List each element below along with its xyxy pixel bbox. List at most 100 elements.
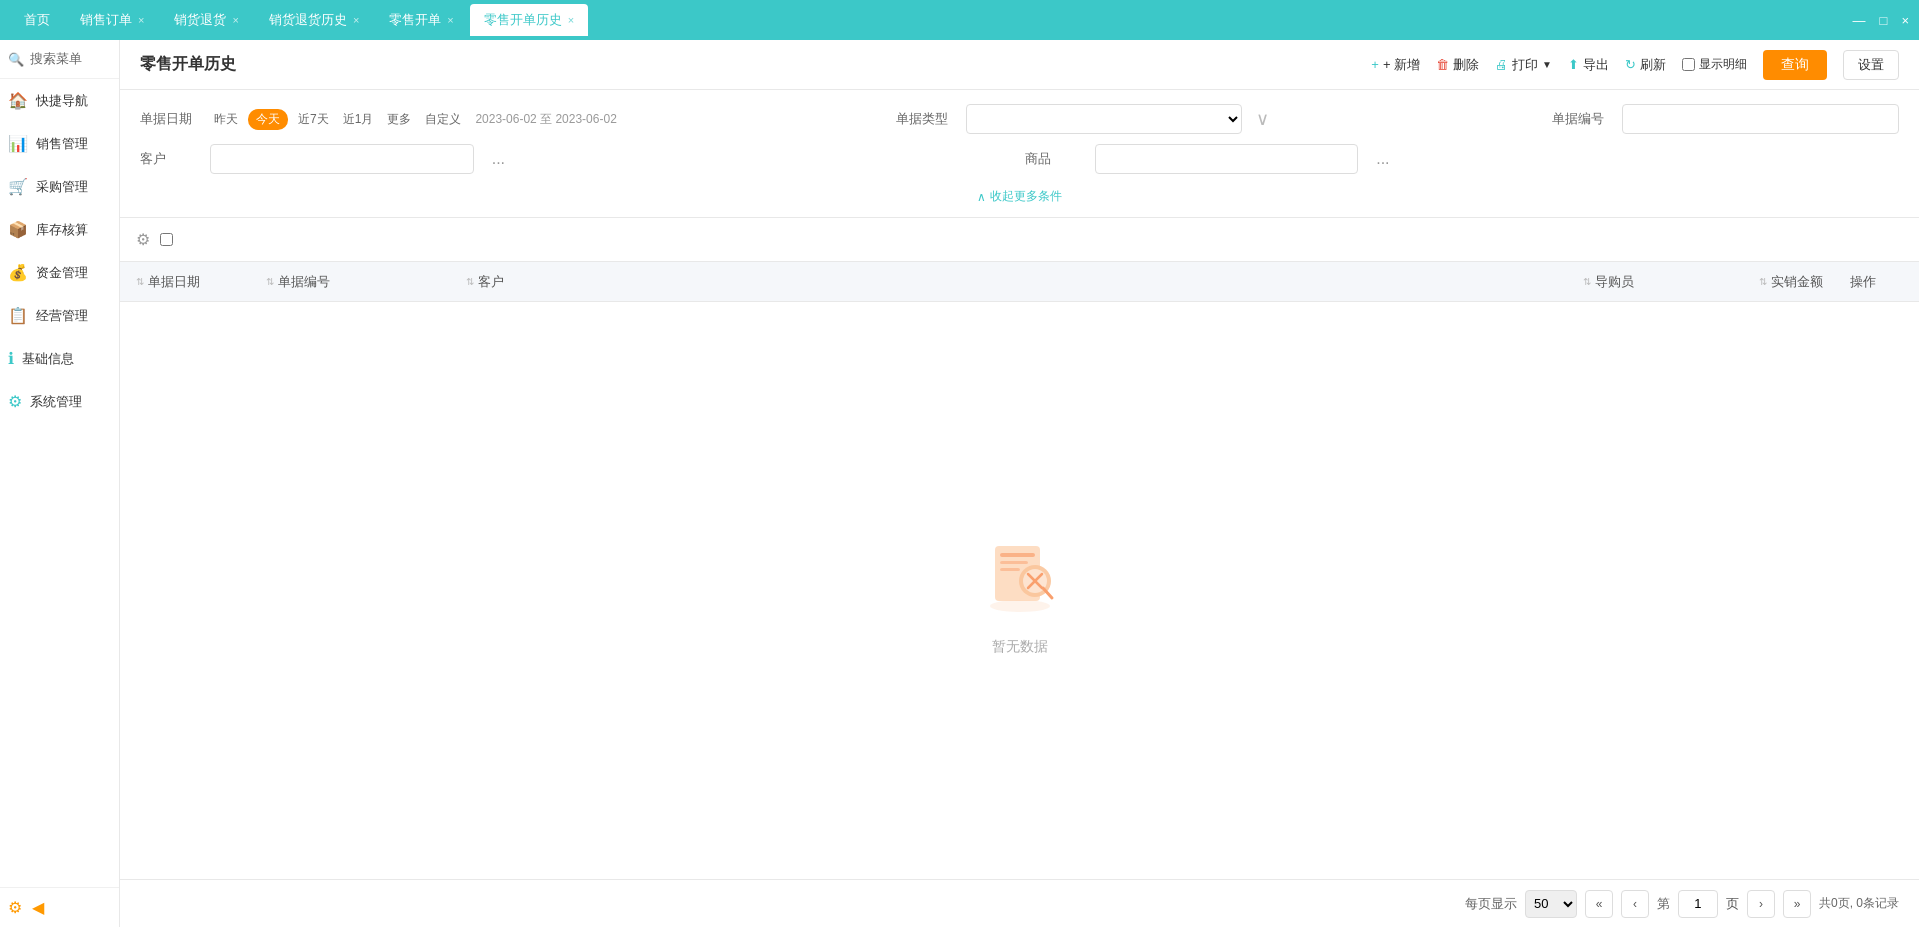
- select-all-checkbox[interactable]: [160, 233, 173, 246]
- query-button[interactable]: 查询: [1763, 50, 1827, 80]
- content-area: 零售开单历史 + + 新增 🗑 删除 🖨 打印 ▼ ⬆ 导出: [120, 40, 1919, 927]
- settings-button[interactable]: 设置: [1843, 50, 1899, 80]
- sidebar-system-label: 系统管理: [30, 393, 82, 411]
- window-close-button[interactable]: ×: [1901, 13, 1909, 28]
- empty-illustration: [970, 526, 1070, 626]
- th-sort-date-icon[interactable]: ⇅: [136, 276, 144, 287]
- tab-retail-history-close[interactable]: ×: [568, 14, 574, 26]
- next-page-button[interactable]: ›: [1747, 890, 1775, 918]
- table-config-icon[interactable]: ⚙: [136, 230, 150, 249]
- tab-retail-history[interactable]: 零售开单历史 ×: [470, 4, 588, 36]
- export-button[interactable]: ⬆ 导出: [1568, 56, 1609, 74]
- date-shortcuts: 昨天 今天 近7天 近1月 更多 自定义 2023-06-02 至 2023-0…: [210, 109, 617, 130]
- tab-retail-order-label: 零售开单: [389, 11, 441, 29]
- th-amount: ⇅ 实销金额: [1703, 273, 1823, 291]
- sidebar-quick-nav-label: 快捷导航: [36, 92, 88, 110]
- collapse-arrow-icon: ∧: [977, 190, 986, 204]
- collapse-button[interactable]: ∧ 收起更多条件: [977, 188, 1062, 205]
- sidebar-item-sales[interactable]: 📊 销售管理: [0, 122, 119, 165]
- sidebar-item-basic-info[interactable]: ℹ 基础信息: [0, 337, 119, 380]
- add-button[interactable]: + + 新增: [1371, 56, 1420, 74]
- goods-ellipsis[interactable]: ...: [1368, 150, 1397, 168]
- th-sort-customer-icon[interactable]: ⇅: [466, 276, 474, 287]
- th-guide-label: 导购员: [1595, 273, 1634, 291]
- tab-sales-return-history-close[interactable]: ×: [353, 14, 359, 26]
- sidebar-search[interactable]: 🔍 搜索菜单: [0, 40, 119, 79]
- th-number-label: 单据编号: [278, 273, 330, 291]
- purchase-icon: 🛒: [8, 177, 28, 196]
- th-sort-amount-icon[interactable]: ⇅: [1759, 276, 1767, 287]
- delete-button[interactable]: 🗑 删除: [1436, 56, 1479, 74]
- per-page-label: 每页显示: [1465, 895, 1517, 913]
- tab-sales-return-history[interactable]: 销货退货历史 ×: [255, 4, 373, 36]
- th-sort-guide-icon[interactable]: ⇅: [1583, 276, 1591, 287]
- display-detail-checkbox[interactable]: 显示明细: [1682, 56, 1747, 73]
- system-icon: ⚙: [8, 392, 22, 411]
- tab-home[interactable]: 首页: [10, 4, 64, 36]
- refresh-button[interactable]: ↻ 刷新: [1625, 56, 1666, 74]
- th-customer-label: 客户: [478, 273, 504, 291]
- sidebar-item-inventory[interactable]: 📦 库存核算: [0, 208, 119, 251]
- operations-icon: 📋: [8, 306, 28, 325]
- shortcut-yesterday[interactable]: 昨天: [210, 109, 242, 130]
- search-menu-label: 搜索菜单: [30, 50, 82, 68]
- tab-sales-return-close[interactable]: ×: [232, 14, 238, 26]
- shortcut-more[interactable]: 更多: [383, 109, 415, 130]
- th-sort-num-icon[interactable]: ⇅: [266, 276, 274, 287]
- sidebar-item-finance[interactable]: 💰 资金管理: [0, 251, 119, 294]
- display-checkbox-input[interactable]: [1682, 58, 1695, 71]
- shortcut-custom[interactable]: 自定义: [421, 109, 465, 130]
- goods-input[interactable]: [1095, 144, 1359, 174]
- goods-filter-label: 商品: [1025, 150, 1085, 168]
- shortcut-7days[interactable]: 近7天: [294, 109, 333, 130]
- collapse-sidebar-icon[interactable]: ◀: [32, 898, 44, 917]
- type-select[interactable]: [966, 104, 1243, 134]
- tab-sales-return[interactable]: 销货退货 ×: [160, 4, 252, 36]
- shortcut-1month[interactable]: 近1月: [339, 109, 378, 130]
- number-input[interactable]: [1622, 104, 1899, 134]
- tab-sales-order-label: 销售订单: [80, 11, 132, 29]
- sidebar-item-operations[interactable]: 📋 经营管理: [0, 294, 119, 337]
- refresh-icon: ↻: [1625, 57, 1636, 72]
- settings-gear-icon[interactable]: ⚙: [8, 898, 22, 917]
- export-icon: ⬆: [1568, 57, 1579, 72]
- sidebar-item-purchase[interactable]: 🛒 采购管理: [0, 165, 119, 208]
- tab-sales-order[interactable]: 销售订单 ×: [66, 4, 158, 36]
- shortcut-today[interactable]: 今天: [248, 109, 288, 130]
- customer-input[interactable]: [210, 144, 474, 174]
- top-nav-bar: 首页 销售订单 × 销货退货 × 销货退货历史 × 零售开单 × 零售开单历史 …: [0, 0, 1919, 40]
- print-icon: 🖨: [1495, 57, 1508, 72]
- tab-sales-return-history-label: 销货退货历史: [269, 11, 347, 29]
- first-page-button[interactable]: «: [1585, 890, 1613, 918]
- filter-section: 单据日期 昨天 今天 近7天 近1月 更多 自定义 2023-06-02 至 2…: [120, 90, 1919, 218]
- tab-retail-order[interactable]: 零售开单 ×: [375, 4, 467, 36]
- sidebar-item-system[interactable]: ⚙ 系统管理: [0, 380, 119, 423]
- delete-label: 删除: [1453, 56, 1479, 74]
- tab-sales-return-label: 销货退货: [174, 11, 226, 29]
- finance-icon: 💰: [8, 263, 28, 282]
- table-body: 暂无数据: [120, 302, 1919, 879]
- page-number-input[interactable]: [1678, 890, 1718, 918]
- customer-ellipsis[interactable]: ...: [484, 150, 513, 168]
- date-range-display: 2023-06-02 至 2023-06-02: [475, 111, 616, 128]
- delete-icon: 🗑: [1436, 57, 1449, 72]
- tab-sales-order-close[interactable]: ×: [138, 14, 144, 26]
- export-label: 导出: [1583, 56, 1609, 74]
- empty-state: 暂无数据: [970, 526, 1070, 656]
- minimize-button[interactable]: —: [1853, 13, 1866, 28]
- th-guide: ⇅ 导购员: [1583, 273, 1703, 291]
- quick-nav-icon: 🏠: [8, 91, 28, 110]
- tab-retail-order-close[interactable]: ×: [447, 14, 453, 26]
- maximize-button[interactable]: □: [1880, 13, 1888, 28]
- add-icon: +: [1371, 57, 1379, 72]
- per-page-select[interactable]: 50 100 200: [1525, 890, 1577, 918]
- print-button[interactable]: 🖨 打印 ▼: [1495, 56, 1552, 74]
- th-date-label: 单据日期: [148, 273, 200, 291]
- last-page-button[interactable]: »: [1783, 890, 1811, 918]
- date-filter-label: 单据日期: [140, 110, 200, 128]
- sidebar-purchase-label: 采购管理: [36, 178, 88, 196]
- prev-page-button[interactable]: ‹: [1621, 890, 1649, 918]
- inventory-icon: 📦: [8, 220, 28, 239]
- sidebar-item-quick-nav[interactable]: 🏠 快捷导航: [0, 79, 119, 122]
- collapse-row: ∧ 收起更多条件: [140, 184, 1899, 209]
